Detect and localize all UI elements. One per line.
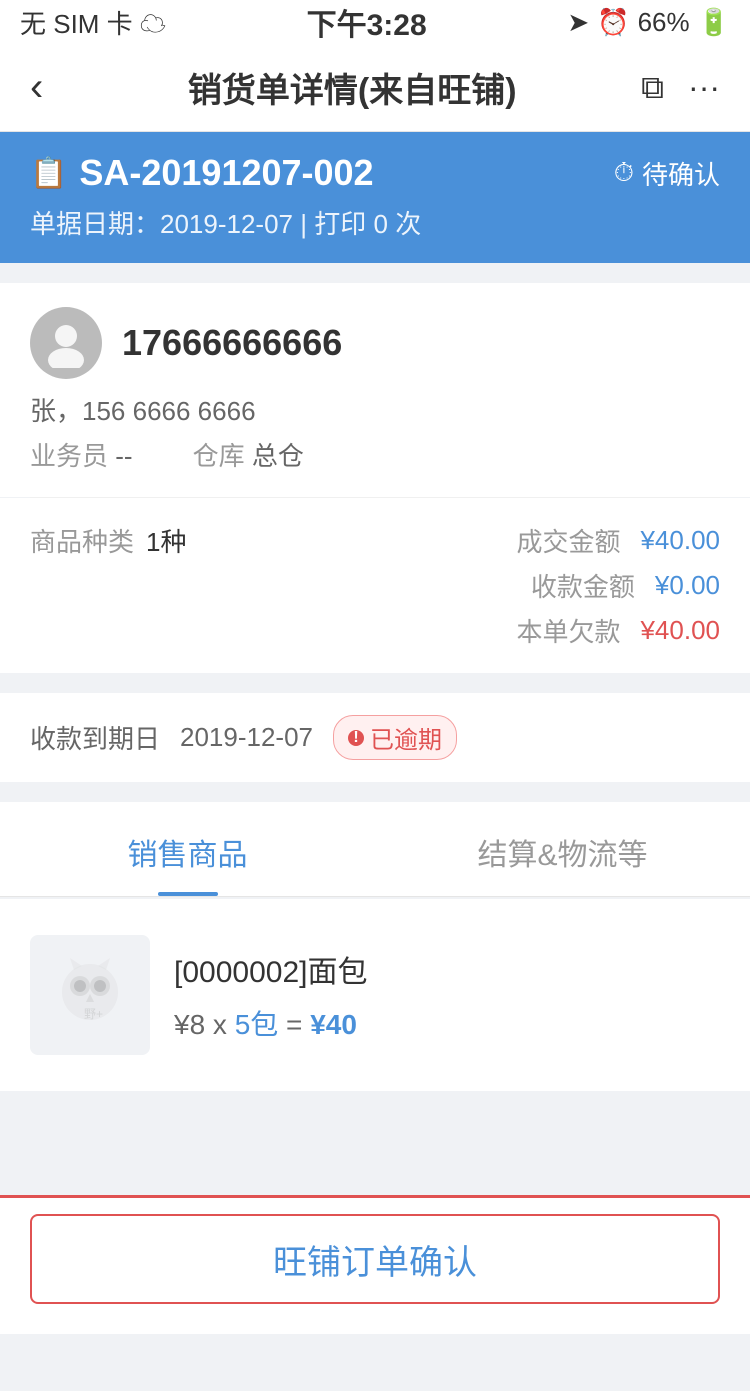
product-thumbnail: 野+ xyxy=(30,935,150,1055)
status-bar-right: ➤ ⏰ 66% 🔋 xyxy=(567,7,730,38)
bottom-bar: 旺铺订单确认 xyxy=(0,1195,750,1334)
summary-left: 商品种类 1种 xyxy=(30,522,186,559)
battery-status: 66% xyxy=(638,7,690,38)
product-logo: 野+ xyxy=(50,950,130,1039)
status-bar: 无 SIM 卡 ☁ 下午3:28 ➤ ⏰ 66% 🔋 xyxy=(0,0,750,44)
status-bar-time: 下午3:28 xyxy=(307,0,427,44)
tabs-section: 销售商品 结算&物流等 xyxy=(0,802,750,897)
customer-section: 17666666666 张，156 6666 6666 业务员 -- 仓库 总仓 xyxy=(0,283,750,497)
alarm-icon: ⏰ xyxy=(597,7,629,38)
share-icon[interactable]: ⧉ xyxy=(641,69,664,107)
customer-detail: 张，156 6666 6666 xyxy=(30,391,720,428)
summary-section: 商品种类 1种 成交金额 ¥40.00 收款金额 ¥0.00 本单欠款 ¥40.… xyxy=(0,498,750,673)
sales-info: 业务员 -- xyxy=(30,436,133,473)
nav-bar: ‹ 销货单详情(来自旺铺) ⧉ ··· xyxy=(0,44,750,132)
overdue-badge: ! 已逾期 xyxy=(333,715,457,760)
svg-text:野+: 野+ xyxy=(84,1007,103,1021)
sim-status: 无 SIM 卡 ☁ xyxy=(20,4,166,41)
product-price: ¥8 x 5包 = ¥40 xyxy=(174,1003,720,1043)
order-number: 📋 SA-20191207-002 xyxy=(30,152,374,194)
status-bar-left: 无 SIM 卡 ☁ xyxy=(20,4,166,41)
person-icon xyxy=(41,318,91,368)
overdue-dot-icon: ! xyxy=(348,730,364,746)
confirm-order-button[interactable]: 旺铺订单确认 xyxy=(30,1214,720,1304)
nav-actions: ⧉ ··· xyxy=(641,69,720,107)
order-icon: 📋 xyxy=(30,156,67,191)
receipt-amount-row: 收款金额 ¥0.00 xyxy=(531,567,720,604)
product-section: 野+ [0000002]面包 ¥8 x 5包 = ¥40 xyxy=(0,899,750,1091)
tab-settlement[interactable]: 结算&物流等 xyxy=(375,802,750,896)
debt-amount-row: 本单欠款 ¥40.00 xyxy=(516,612,720,649)
customer-meta: 业务员 -- 仓库 总仓 xyxy=(30,436,720,473)
due-date-section: 收款到期日 2019-12-07 ! 已逾期 xyxy=(0,693,750,782)
status-badge: ⏱ 待确认 xyxy=(614,155,720,192)
product-info: [0000002]面包 ¥8 x 5包 = ¥40 xyxy=(174,947,720,1043)
product-item: 野+ [0000002]面包 ¥8 x 5包 = ¥40 xyxy=(30,919,720,1071)
order-header: 📋 SA-20191207-002 ⏱ 待确认 单据日期：2019-12-07 … xyxy=(0,132,750,263)
deal-amount-row: 成交金额 ¥40.00 xyxy=(516,522,720,559)
product-name: [0000002]面包 xyxy=(174,947,720,991)
order-meta: 单据日期：2019-12-07 | 打印 0 次 xyxy=(30,204,720,241)
back-button[interactable]: ‹ xyxy=(30,65,43,110)
page-title: 销货单详情(来自旺铺) xyxy=(63,63,641,112)
summary-right: 成交金额 ¥40.00 收款金额 ¥0.00 本单欠款 ¥40.00 xyxy=(516,522,720,649)
customer-phone: 17666666666 xyxy=(122,322,342,364)
battery-icon: 🔋 xyxy=(698,7,730,38)
location-icon: ➤ xyxy=(567,7,589,38)
tab-products[interactable]: 销售商品 xyxy=(0,802,375,896)
warehouse-info: 仓库 总仓 xyxy=(193,436,304,473)
avatar xyxy=(30,307,102,379)
clock-icon: ⏱ xyxy=(614,157,634,189)
more-icon[interactable]: ··· xyxy=(688,69,720,106)
